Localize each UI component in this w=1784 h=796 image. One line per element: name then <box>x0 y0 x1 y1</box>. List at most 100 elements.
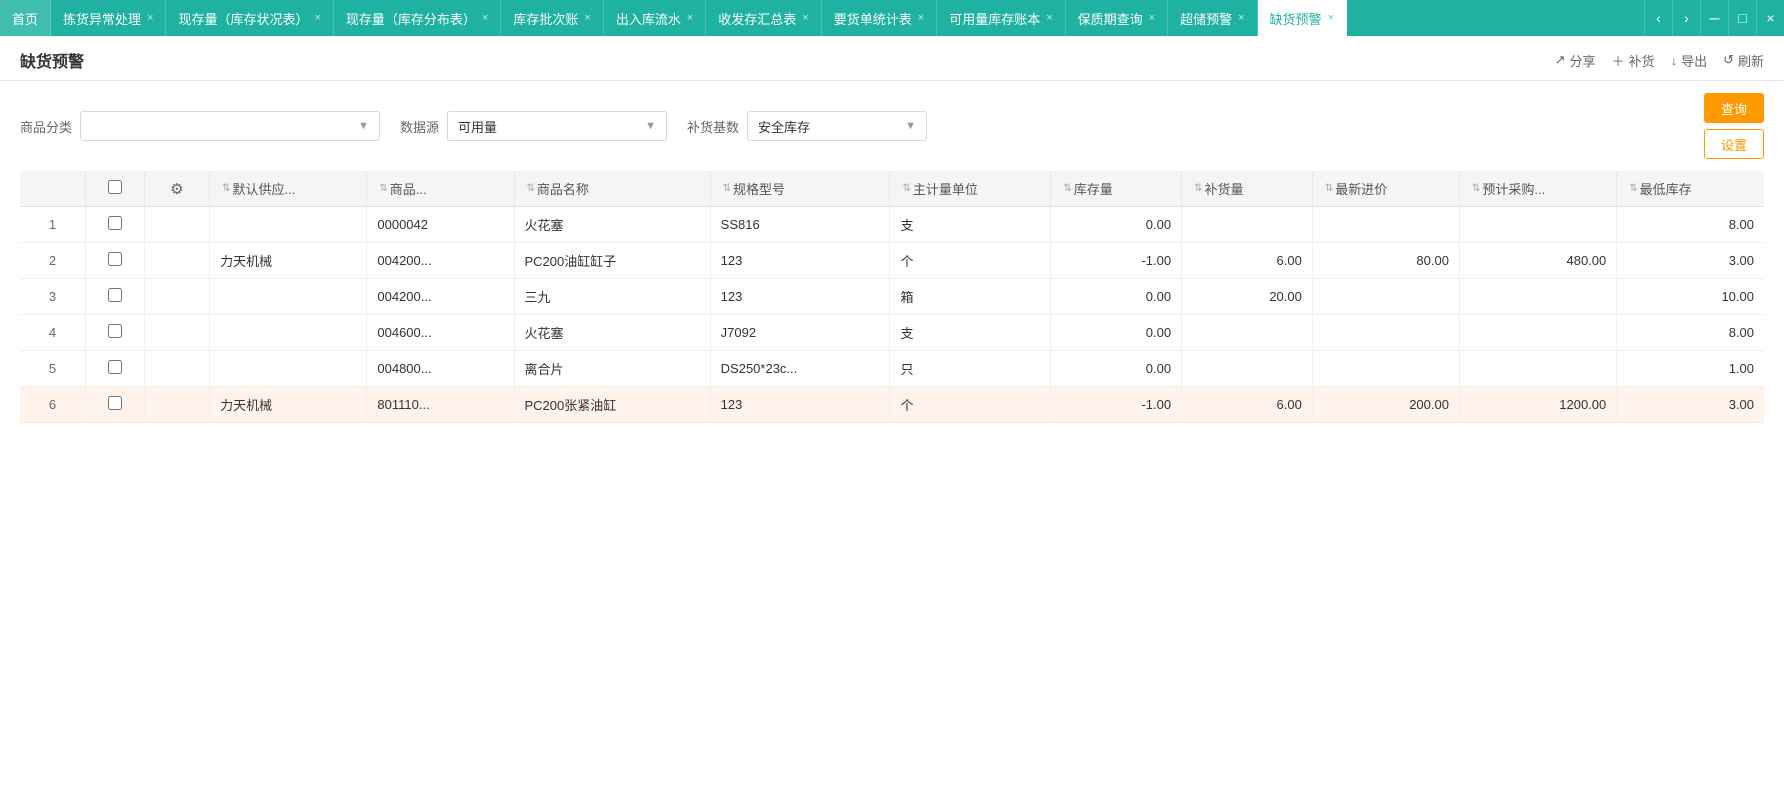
tab-label-expiry: 保质期查询 <box>1078 9 1143 28</box>
col-header-est_purchase[interactable]: ⇅预计采购... <box>1459 171 1616 207</box>
sort-icon-name: ⇅ <box>527 183 535 194</box>
tab-close-expiry[interactable]: × <box>1149 12 1155 24</box>
row-price <box>1312 351 1459 387</box>
category-label: 商品分类 <box>20 117 72 136</box>
row-name: 离合片 <box>514 351 710 387</box>
row-num: 5 <box>20 351 85 387</box>
category-chevron-icon: ▼ <box>358 120 369 132</box>
window-maximize[interactable]: □ <box>1728 0 1756 36</box>
tab-batch[interactable]: 库存批次账× <box>501 0 603 36</box>
row-price: 80.00 <box>1312 243 1459 279</box>
tab-overstock[interactable]: 超储预警× <box>1168 0 1257 36</box>
col-header-code[interactable]: ⇅商品... <box>367 171 514 207</box>
replenish-select[interactable]: 安全库存 ▼ <box>747 111 927 141</box>
row-spec: DS250*23c... <box>710 351 890 387</box>
replenish-label: 补货基数 <box>687 117 739 136</box>
row-action <box>144 279 209 315</box>
export-icon: ↓ <box>1671 53 1678 68</box>
sort-icon-spec: ⇅ <box>723 183 731 194</box>
replenish-button[interactable]: ＋ 补货 <box>1612 51 1655 70</box>
row-spec: J7092 <box>710 315 890 351</box>
tab-available[interactable]: 可用量库存账本× <box>937 0 1065 36</box>
col-header-replenish[interactable]: ⇅补货量 <box>1182 171 1313 207</box>
page-title: 缺货预警 <box>20 48 84 72</box>
tab-expiry[interactable]: 保质期查询 × <box>1066 0 1168 36</box>
tab-purchase-stat[interactable]: 要货单统计表× <box>822 0 937 36</box>
category-select[interactable]: ▼ <box>80 111 380 141</box>
tab-close-abnormal[interactable]: × <box>147 12 153 24</box>
table-settings-icon[interactable]: ⚙ <box>170 181 183 198</box>
row-num: 2 <box>20 243 85 279</box>
row-num: 6 <box>20 387 85 423</box>
share-button[interactable]: ↗ 分享 <box>1555 51 1596 70</box>
tab-close-purchase-stat[interactable]: × <box>918 12 924 24</box>
tab-close-overstock[interactable]: × <box>1238 12 1244 24</box>
datasource-select[interactable]: 可用量 ▼ <box>447 111 667 141</box>
col-header-spec[interactable]: ⇅规格型号 <box>710 171 890 207</box>
tab-nav-buttons: ‹ › ─ □ × <box>1644 0 1784 36</box>
tab-scroll-left[interactable]: ‹ <box>1644 0 1672 36</box>
col-header-unit[interactable]: ⇅主计量单位 <box>890 171 1051 207</box>
sort-icon-min_stock: ⇅ <box>1629 183 1637 194</box>
row-checkbox-1[interactable] <box>108 252 122 266</box>
row-price: 200.00 <box>1312 387 1459 423</box>
table-container: ⚙⇅默认供应...⇅商品...⇅商品名称⇅规格型号⇅主计量单位⇅库存量⇅补货量⇅… <box>0 171 1784 423</box>
row-replenish <box>1182 315 1313 351</box>
row-unit: 支 <box>890 207 1051 243</box>
replenish-chevron-icon: ▼ <box>905 120 916 132</box>
category-filter-group: 商品分类 ▼ <box>20 111 380 141</box>
window-minimize[interactable]: ─ <box>1700 0 1728 36</box>
sort-icon-code: ⇅ <box>379 183 387 194</box>
col-header-min_stock[interactable]: ⇅最低库存 <box>1617 171 1764 207</box>
tab-shortage[interactable]: 缺货预警× <box>1258 0 1347 36</box>
row-price <box>1312 279 1459 315</box>
row-replenish <box>1182 351 1313 387</box>
tab-inout[interactable]: 出入库流水× <box>604 0 706 36</box>
row-checkbox-2[interactable] <box>108 288 122 302</box>
row-checkbox <box>85 351 144 387</box>
col-header-supplier[interactable]: ⇅默认供应... <box>210 171 367 207</box>
row-spec: 123 <box>710 243 890 279</box>
row-checkbox-4[interactable] <box>108 360 122 374</box>
row-estpurchase: 1200.00 <box>1459 387 1616 423</box>
col-header-checkbox <box>85 171 144 207</box>
row-name: 三九 <box>514 279 710 315</box>
tab-close-inout[interactable]: × <box>687 12 693 24</box>
tab-stock-status[interactable]: 现存量（库存状况表）× <box>166 0 333 36</box>
col-header-num <box>20 171 85 207</box>
tab-label-stock-dist: 现存量（库存分布表） <box>346 9 476 28</box>
refresh-button[interactable]: ↺ 刷新 <box>1723 51 1764 70</box>
row-name: PC200油缸缸子 <box>514 243 710 279</box>
row-checkbox-5[interactable] <box>108 396 122 410</box>
col-header-latest_price[interactable]: ⇅最新进价 <box>1312 171 1459 207</box>
table-row: 5004800...离合片DS250*23c...只0.001.00 <box>20 351 1764 387</box>
query-button[interactable]: 查询 <box>1704 93 1764 123</box>
row-name: 火花塞 <box>514 207 710 243</box>
window-close[interactable]: × <box>1756 0 1784 36</box>
tab-scroll-right[interactable]: › <box>1672 0 1700 36</box>
tab-close-stock-dist[interactable]: × <box>482 12 488 24</box>
tab-close-batch[interactable]: × <box>584 12 590 24</box>
tab-home[interactable]: 首页 <box>0 0 51 36</box>
tab-bar: 首页拣货异常处理×现存量（库存状况表）×现存量（库存分布表）×库存批次账×出入库… <box>0 0 1784 36</box>
row-checkbox-0[interactable] <box>108 216 122 230</box>
export-button[interactable]: ↓ 导出 <box>1671 51 1708 70</box>
tab-stock-dist[interactable]: 现存量（库存分布表） × <box>334 0 501 36</box>
tab-close-shortage[interactable]: × <box>1328 12 1334 24</box>
tab-close-available[interactable]: × <box>1046 12 1052 24</box>
sort-icon-stock: ⇅ <box>1063 183 1071 194</box>
page-header: 缺货预警 ↗ 分享 ＋ 补货 ↓ 导出 ↺ 刷新 <box>0 36 1784 81</box>
tab-close-stock-status[interactable]: × <box>314 12 320 24</box>
tab-abnormal[interactable]: 拣货异常处理× <box>51 0 166 36</box>
tab-close-collect[interactable]: × <box>802 12 808 24</box>
col-label-latest_price: 最新进价 <box>1335 179 1387 198</box>
tab-collect[interactable]: 收发存汇总表× <box>706 0 821 36</box>
table-row: 4004600...火花塞J7092支0.008.00 <box>20 315 1764 351</box>
row-checkbox-3[interactable] <box>108 324 122 338</box>
settings-button[interactable]: 设置 <box>1704 129 1764 159</box>
datasource-filter-group: 数据源 可用量 ▼ <box>400 111 667 141</box>
col-header-name[interactable]: ⇅商品名称 <box>514 171 710 207</box>
sort-icon-replenish: ⇅ <box>1194 183 1202 194</box>
col-header-stock[interactable]: ⇅库存量 <box>1051 171 1182 207</box>
select-all-checkbox[interactable] <box>108 180 122 194</box>
